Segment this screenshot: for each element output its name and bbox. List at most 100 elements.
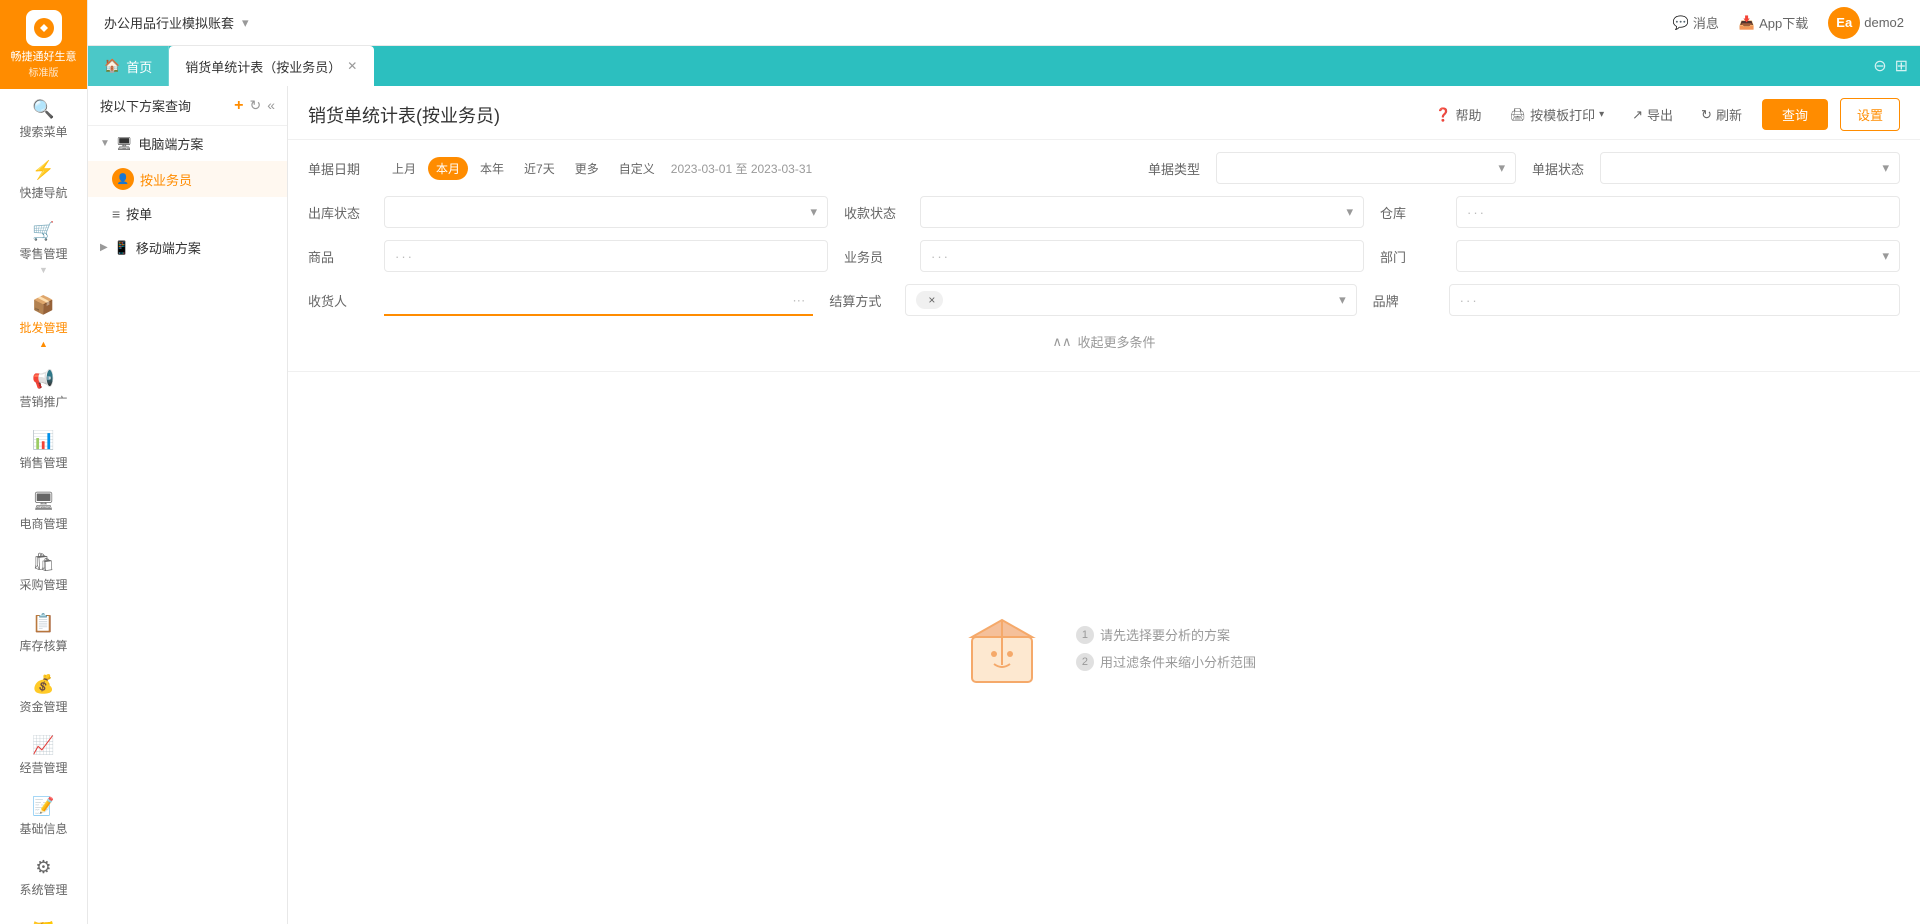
empty-state: 1 请先选择要分析的方案 2 用过滤条件来缩小分析范围 [288,380,1920,924]
top-bar-left: 办公用品行业模拟账套 ▾ [104,13,249,32]
export-btn[interactable]: ↗ 导出 [1624,101,1681,128]
settings-button[interactable]: 设置 [1840,98,1900,131]
date-label: 单据日期 [308,159,368,178]
tree-mobile-root[interactable]: ▶ 📱 移动端方案 [88,230,287,265]
tab-close-icon[interactable]: ✕ [347,59,357,73]
page-header-actions: ❓ 帮助 🖨 按模板打印 ▾ ↗ 导出 ↻ 刷新 [1427,98,1900,131]
filter-row-3: 商品 ··· 业务员 ··· 部门 ▾ [308,240,1900,272]
sidebar-item-label: 营销推广 [19,393,67,410]
tree-item-by-order[interactable]: ≡ 按单 [88,197,287,230]
delivery-select[interactable]: ▾ [384,196,828,228]
brand-select[interactable]: ··· [1449,284,1900,316]
sidebar-item-search[interactable]: 🔍 搜索菜单 [0,89,87,150]
tab-minimize-btn[interactable]: ⊖ [1873,56,1886,76]
tab-maximize-btn[interactable]: ⊞ [1895,56,1908,76]
left-panel-header: 按以下方案查询 + ↻ « [88,86,287,126]
sidebar-item-label: 库存核算 [19,637,67,654]
retail-icon: 🛒 [32,221,54,242]
step-2-num: 2 [1076,653,1094,671]
tab-report[interactable]: 销货单统计表（按业务员） ✕ [169,46,374,86]
step-1-num: 1 [1076,626,1094,644]
main-area: 办公用品行业模拟账套 ▾ 💬 消息 📥 App下载 Ea demo2 🏠 首页 … [88,0,1920,924]
doc-status-select[interactable]: ▾ [1600,152,1900,184]
list-icon: ≡ [112,206,120,222]
payment-select[interactable]: ▾ [920,196,1364,228]
sidebar-item-wholesale[interactable]: 📦 批发管理 ▲ [0,285,87,359]
left-panel-title: 按以下方案查询 [100,96,191,115]
receiver-input[interactable] [384,284,813,316]
purchase-icon: 🛍 [32,552,55,573]
sidebar-item-purchase[interactable]: 🛍 采购管理 [0,542,87,603]
app-download-btn[interactable]: 📥 App下载 [1739,13,1808,32]
sidebar-item-inventory[interactable]: 📋 库存核算 [0,603,87,664]
hint2-text: 用过滤条件来缩小分析范围 [1100,652,1256,671]
refresh-btn[interactable]: ↻ 刷新 [1693,101,1750,128]
receiver-label: 收货人 [308,291,368,310]
sidebar-item-marketing[interactable]: 📢 营销推广 [0,359,87,420]
collapse-chevron-icon: ∧∧ [1052,334,1071,350]
date-7days-btn[interactable]: 近7天 [516,157,563,180]
warehouse-select[interactable]: ··· [1456,196,1900,228]
brand-dots: ··· [1460,293,1479,308]
mobile-icon: 📱 [114,240,130,256]
date-custom-btn[interactable]: 自定义 [611,157,663,180]
tree-arrow-down: ▼ [100,138,110,149]
sidebar-item-enterprise[interactable]: 🤝 企业协同 [0,908,87,924]
left-panel-actions: + ↻ « [234,97,275,115]
add-scheme-btn[interactable]: + [234,97,243,115]
sidebar-item-finance[interactable]: 💰 资金管理 [0,664,87,725]
date-this-month-btn[interactable]: 本月 [428,157,468,180]
search-icon: 🔍 [32,99,54,120]
system-icon: ⚙ [35,857,51,878]
date-this-year-btn[interactable]: 本年 [472,157,512,180]
refresh-scheme-btn[interactable]: ↻ [249,97,261,115]
settlement-select[interactable]: × ▾ [905,284,1356,316]
dropdown-icon: ▾ [1498,160,1505,176]
dropdown-icon: ▾ [1882,248,1889,264]
wholesale-icon: 📦 [32,295,54,316]
message-btn[interactable]: 💬 消息 [1673,13,1719,32]
sidebar-item-basic[interactable]: 📝 基础信息 [0,786,87,847]
tree-item-by-salesperson[interactable]: 👤 按业务员 [88,161,287,197]
date-last-month-btn[interactable]: 上月 [384,157,424,180]
receiver-dots[interactable]: ··· [792,293,805,308]
sidebar-item-label: 快捷导航 [19,184,67,201]
department-select[interactable]: ▾ [1456,240,1900,272]
doc-status-label: 单据状态 [1532,159,1584,178]
empty-illustration [952,602,1052,702]
title-dropdown-icon[interactable]: ▾ [242,15,249,31]
collapse-filter-btn[interactable]: ∧∧ 收起更多条件 [308,328,1900,355]
tab-bar-actions: ⊖ ⊞ [1873,56,1920,76]
help-btn[interactable]: ❓ 帮助 [1427,101,1489,128]
chevron-down-icon: ▼ [39,265,48,275]
print-icon: 🖨 [1510,107,1527,123]
avatar: Ea [1828,7,1860,39]
query-button[interactable]: 查询 [1762,99,1828,130]
enterprise-icon: 🤝 [32,918,54,924]
tag-close-icon[interactable]: × [928,293,935,307]
salesperson-select[interactable]: ··· [920,240,1364,272]
sidebar-item-ecommerce[interactable]: 🖥 电商管理 [0,481,87,542]
collapse-panel-btn[interactable]: « [267,97,275,115]
doc-type-select[interactable]: ▾ [1216,152,1516,184]
sidebar-item-retail[interactable]: 🛒 零售管理 ▼ [0,211,87,285]
sidebar: 畅捷通好生意 标准版 🔍 搜索菜单 ⚡ 快捷导航 🛒 零售管理 ▼ 📦 批发管理… [0,0,88,924]
sidebar-item-operation[interactable]: 📈 经营管理 [0,725,87,786]
goods-select[interactable]: ··· [384,240,828,272]
tree-pc-root[interactable]: ▼ 🖥 电脑端方案 [88,126,287,161]
download-icon: 📥 [1739,15,1755,31]
sidebar-item-system[interactable]: ⚙ 系统管理 [0,847,87,908]
sidebar-item-label: 系统管理 [19,881,67,898]
sidebar-item-quick[interactable]: ⚡ 快捷导航 [0,150,87,211]
date-more-btn[interactable]: 更多 [567,157,607,180]
settlement-label: 结算方式 [829,291,889,310]
user-profile-btn[interactable]: Ea demo2 [1828,7,1904,39]
template-print-btn[interactable]: 🖨 按模板打印 ▾ [1502,101,1613,128]
app-logo[interactable]: 畅捷通好生意 标准版 [0,0,87,89]
hint1-text: 请先选择要分析的方案 [1100,625,1230,644]
sidebar-item-label: 基础信息 [19,820,67,837]
sidebar-item-sales[interactable]: 📊 销售管理 [0,420,87,481]
quick-icon: ⚡ [32,160,54,181]
tree-group-mobile: ▶ 📱 移动端方案 [88,230,287,265]
tab-home[interactable]: 🏠 首页 [88,46,169,86]
